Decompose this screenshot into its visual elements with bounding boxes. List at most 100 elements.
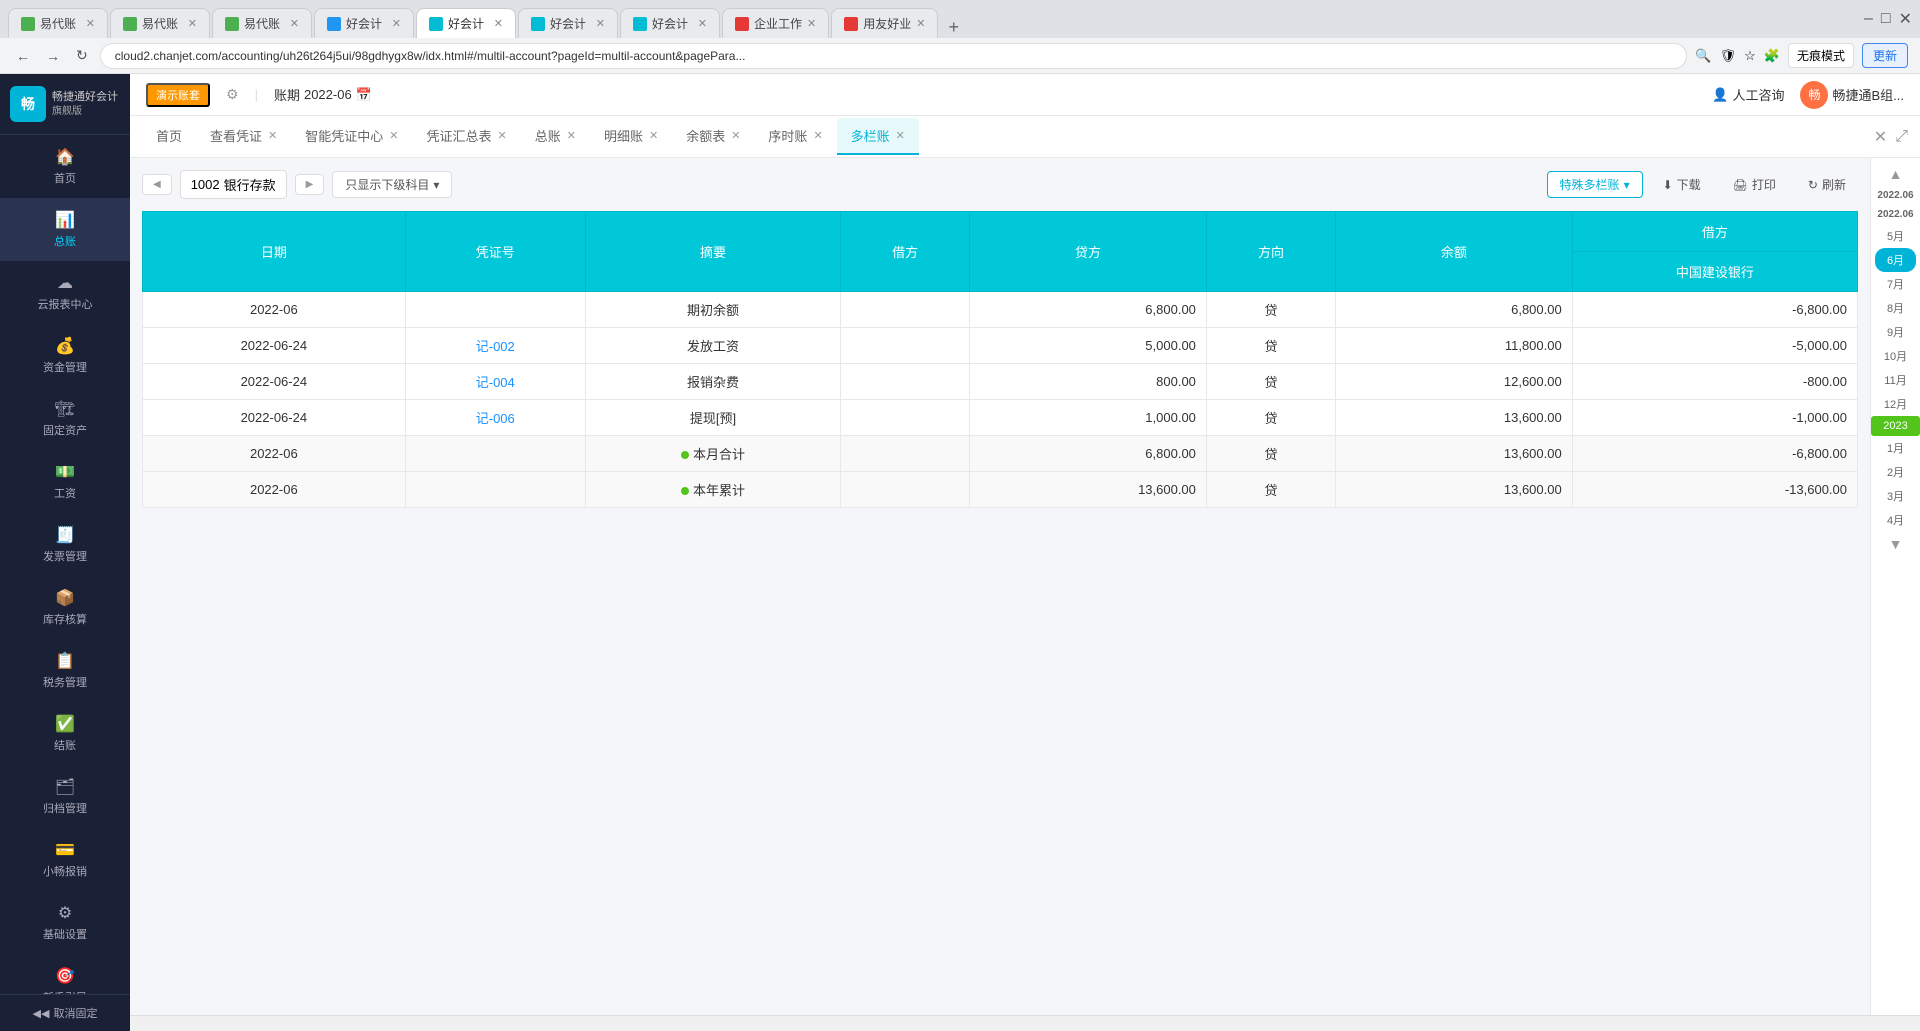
account-name: 银行存款 [224,175,276,194]
page-tab-detail-ledger[interactable]: 明细账✕ [590,118,672,155]
url-input[interactable]: cloud2.chanjet.com/accounting/uh26t264j5… [100,43,1688,69]
sidebar-item-home[interactable]: 🏠首页 [0,135,130,198]
calendar-icon[interactable]: 📅 [356,87,372,103]
browser-tab-6[interactable]: 好会计✕ [518,8,618,38]
refresh-button[interactable]: ↻ 刷新 [1796,171,1858,198]
forward-button[interactable]: → [42,44,64,68]
page-tab-close-multi-col-ledger[interactable]: ✕ [896,129,905,142]
page-tab-close-view-voucher[interactable]: ✕ [268,129,277,142]
page-tab-close-detail-ledger[interactable]: ✕ [649,129,658,142]
sidebar-item-expense[interactable]: 💳小畅报销 [0,828,130,891]
timeline-month-2023-4[interactable]: 4月 [1871,508,1920,532]
sidebar-item-invoice[interactable]: 🧾发票管理 [0,513,130,576]
sidebar-item-cloud-report[interactable]: ☁云报表中心 [0,261,130,324]
timeline-month-7[interactable]: 7月 [1871,272,1920,296]
timeline-month-2023-2[interactable]: 2月 [1871,460,1920,484]
demo-badge[interactable]: 演示账套 [146,83,210,107]
sidebar-item-payroll[interactable]: 💵工资 [0,450,130,513]
sidebar-item-settlement[interactable]: ✅结账 [0,702,130,765]
multi-col-button[interactable]: 特殊多栏账 ▾ [1547,171,1643,198]
star-icon[interactable]: ☆ [1744,48,1756,64]
browser-tab-5[interactable]: 好会计✕ [416,8,516,38]
tab-collapse-icon[interactable]: ✕ [1874,127,1887,147]
cell-voucher[interactable]: 记-002 [405,328,585,364]
browser-tab-9[interactable]: 用友好业✕ [831,8,938,38]
page-tab-close-sequence-ledger[interactable]: ✕ [813,129,822,142]
timeline-month-11[interactable]: 11月 [1871,368,1920,392]
new-tab-button[interactable]: + [940,17,967,38]
table-row: 2022-06 本年累计 13,600.00 贷 13,600.00 -13,6… [143,472,1858,508]
filter-button[interactable]: 只显示下级科目 ▾ [332,171,452,198]
period-selector[interactable]: 账期 2022-06 📅 [274,85,372,104]
page-tab-close-general-ledger[interactable]: ✕ [567,129,576,142]
timeline-month-10[interactable]: 10月 [1871,344,1920,368]
timeline-month-2023-1[interactable]: 1月 [1871,436,1920,460]
settings-icon[interactable]: ⚙ [226,86,239,103]
sidebar-item-guide[interactable]: 🎯新手引导 [0,954,130,994]
timeline-month-12[interactable]: 12月 [1871,392,1920,416]
page-tab-general-ledger[interactable]: 总账✕ [521,118,590,155]
update-button[interactable]: 更新 [1862,43,1908,68]
sidebar-item-fund[interactable]: 💰资金管理 [0,324,130,387]
search-icon[interactable]: 🔍 [1695,48,1711,64]
account-prev[interactable]: ◀ [142,174,172,195]
cell-extra: -5,000.00 [1572,328,1857,364]
back-button[interactable]: ← [12,44,34,68]
sidebar-item-settings[interactable]: ⚙基础设置 [0,891,130,954]
page-tab-voucher-summary[interactable]: 凭证汇总表✕ [412,118,520,155]
page-tab-sequence-ledger[interactable]: 序时账✕ [754,118,836,155]
timeline-month-6[interactable]: 6月 [1875,248,1916,272]
shield-icon: 🛡 [1720,48,1737,64]
tab-expand-icon[interactable]: ⤢ [1895,128,1908,146]
timeline-scroll-down[interactable]: ▼ [1885,532,1907,556]
browser-tab-7[interactable]: 好会计✕ [620,8,720,38]
page-tab-home[interactable]: 首页 [142,118,196,155]
cell-direction: 贷 [1206,436,1335,472]
sidebar-item-archive[interactable]: 🗂归档管理 [0,765,130,828]
maximize-button[interactable]: □ [1881,10,1891,28]
pin-button[interactable]: ◀◀ 取消固定 [10,1005,120,1021]
timeline-month-2023-3[interactable]: 3月 [1871,484,1920,508]
sidebar-item-fixed-assets[interactable]: 🏗固定资产 [0,387,130,450]
cell-summary: 提现[预] [585,400,840,436]
page-tab-close-balance-table[interactable]: ✕ [731,129,740,142]
sidebar-item-inventory[interactable]: 📦库存核算 [0,576,130,639]
sidebar-nav: 🏠首页📊总账☁云报表中心💰资金管理🏗固定资产💵工资🧾发票管理📦库存核算📋税务管理… [0,135,130,994]
timeline-month-5[interactable]: 5月 [1871,224,1920,248]
account-selector[interactable]: 1002 银行存款 [180,170,287,199]
account-next[interactable]: ▶ [295,174,325,195]
bottom-scrollbar[interactable] [130,1015,1920,1031]
minimize-button[interactable]: – [1864,10,1873,28]
page-tab-close-smart-voucher[interactable]: ✕ [389,129,398,142]
page-tab-label-smart-voucher: 智能凭证中心 [305,126,383,145]
close-button[interactable]: ✕ [1899,9,1912,29]
timeline-scroll-up[interactable]: ▲ [1885,162,1907,186]
support-button[interactable]: 👤 人工咨询 [1712,85,1784,104]
browser-tab-1[interactable]: 易代账✕ [8,8,108,38]
browser-tab-4[interactable]: 好会计✕ [314,8,414,38]
extension-icon[interactable]: 🧩 [1764,48,1780,64]
prev-arrow-icon[interactable]: ◀ [153,179,161,190]
timeline-year-2022-2: 2022.06 [1875,205,1915,224]
nav-label-settings: 基础设置 [43,926,87,942]
cell-voucher[interactable]: 记-006 [405,400,585,436]
browser-tab-2[interactable]: 易代账✕ [110,8,210,38]
timeline-month-9[interactable]: 9月 [1871,320,1920,344]
download-button[interactable]: ⬇ 下载 [1651,171,1713,198]
page-tab-close-voucher-summary[interactable]: ✕ [498,129,507,142]
wuhen-button[interactable]: 无痕模式 [1788,43,1854,68]
page-tab-multi-col-ledger[interactable]: 多栏账✕ [837,118,919,155]
cell-voucher[interactable]: 记-004 [405,364,585,400]
timeline-month-8[interactable]: 8月 [1871,296,1920,320]
print-button[interactable]: 🖨 打印 [1721,171,1788,198]
page-tab-smart-voucher[interactable]: 智能凭证中心 ✕ [291,118,412,155]
page-tab-view-voucher[interactable]: 查看凭证✕ [196,118,291,155]
page-tab-balance-table[interactable]: 余额表✕ [672,118,754,155]
sidebar-item-tax[interactable]: 📋税务管理 [0,639,130,702]
next-arrow-icon[interactable]: ▶ [306,179,314,190]
browser-tab-8[interactable]: 企业工作✕ [722,8,829,38]
browser-tab-3[interactable]: 易代账✕ [212,8,312,38]
user-menu[interactable]: 畅 畅捷通B组... [1800,81,1904,109]
sidebar-item-general-ledger[interactable]: 📊总账 [0,198,130,261]
refresh-nav-button[interactable]: ↻ [72,43,92,68]
